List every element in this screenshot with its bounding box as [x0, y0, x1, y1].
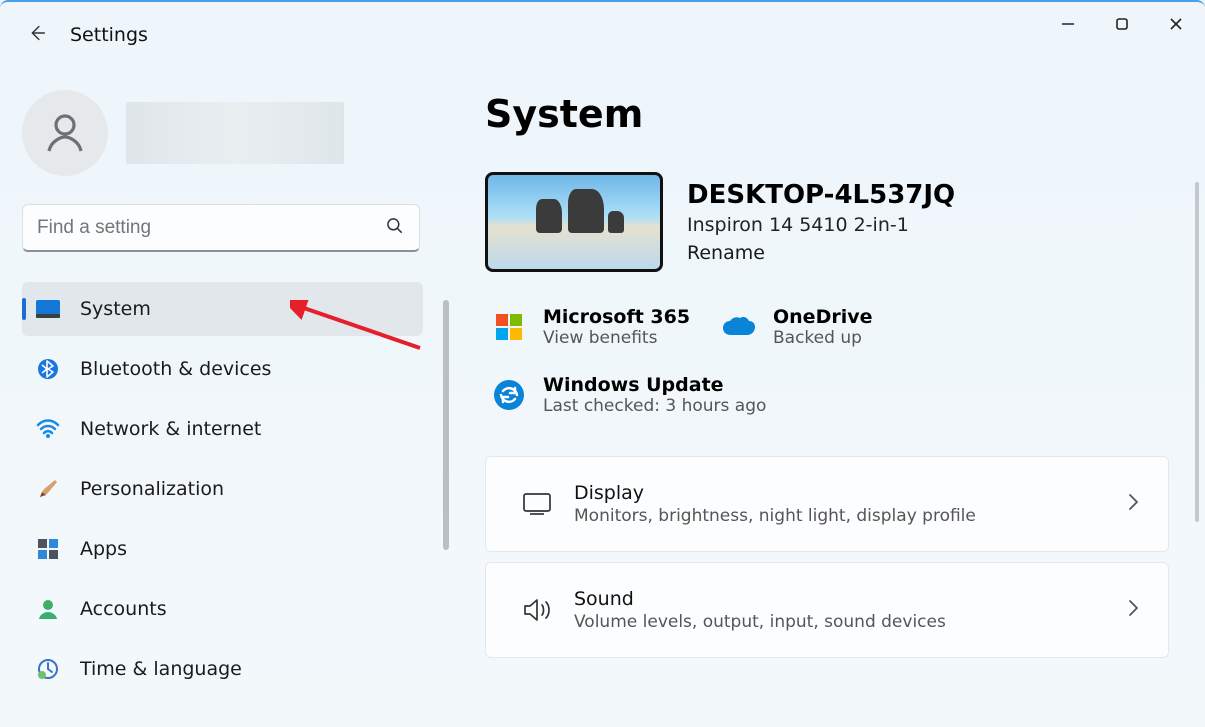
- paintbrush-icon: [36, 477, 60, 501]
- maximize-button[interactable]: [1099, 8, 1145, 40]
- onedrive-icon: [721, 309, 757, 345]
- sidebar-item-label: Accounts: [80, 598, 167, 620]
- status-subtitle: Last checked: 3 hours ago: [543, 396, 766, 416]
- main-panel: System DESKTOP-4L537JQ Inspiron 14 5410 …: [445, 82, 1205, 727]
- header: Settings: [26, 22, 148, 48]
- sidebar-item-system[interactable]: System: [22, 282, 423, 336]
- search-icon: [385, 216, 405, 240]
- card-title: Sound: [574, 588, 946, 610]
- status-title: Microsoft 365: [543, 306, 690, 328]
- wifi-icon: [36, 417, 60, 441]
- status-subtitle: View benefits: [543, 328, 690, 348]
- sidebar-item-bluetooth[interactable]: Bluetooth & devices: [22, 342, 423, 396]
- app-title: Settings: [70, 24, 148, 46]
- status-onedrive[interactable]: OneDrive Backed up: [715, 302, 935, 352]
- display-icon: [514, 492, 560, 516]
- sidebar-item-apps[interactable]: Apps: [22, 522, 423, 576]
- chevron-right-icon: [1126, 492, 1140, 516]
- main-scrollbar[interactable]: [1195, 182, 1199, 522]
- apps-icon: [36, 537, 60, 561]
- chevron-right-icon: [1126, 598, 1140, 622]
- close-button[interactable]: [1153, 8, 1199, 40]
- sound-icon: [514, 597, 560, 623]
- sidebar-item-label: Personalization: [80, 478, 224, 500]
- status-microsoft365[interactable]: Microsoft 365 View benefits: [485, 302, 705, 352]
- sidebar-item-personalization[interactable]: Personalization: [22, 462, 423, 516]
- sidebar-item-accounts[interactable]: Accounts: [22, 582, 423, 636]
- microsoft-365-icon: [491, 309, 527, 345]
- card-sound[interactable]: Sound Volume levels, output, input, soun…: [485, 562, 1169, 658]
- sidebar-item-network[interactable]: Network & internet: [22, 402, 423, 456]
- device-summary: DESKTOP-4L537JQ Inspiron 14 5410 2-in-1 …: [485, 172, 1169, 272]
- sidebar-item-label: System: [80, 298, 151, 320]
- desktop-wallpaper-thumb[interactable]: [485, 172, 663, 272]
- minimize-button[interactable]: [1045, 8, 1091, 40]
- user-name-redacted: [126, 102, 344, 164]
- sidebar-item-label: Bluetooth & devices: [80, 358, 271, 380]
- update-icon: [491, 377, 527, 413]
- search-input[interactable]: [37, 217, 385, 239]
- profile-block[interactable]: [22, 90, 423, 176]
- device-name: DESKTOP-4L537JQ: [687, 180, 955, 210]
- status-grid: Microsoft 365 View benefits OneDrive Bac…: [485, 302, 1169, 420]
- title-bar: [0, 2, 1205, 46]
- nav-list: System Bluetooth & devices Network & int…: [22, 282, 423, 702]
- card-title: Display: [574, 482, 976, 504]
- system-icon: [36, 297, 60, 321]
- status-title: Windows Update: [543, 374, 766, 396]
- bluetooth-icon: [36, 357, 60, 381]
- card-display[interactable]: Display Monitors, brightness, night ligh…: [485, 456, 1169, 552]
- accounts-icon: [36, 597, 60, 621]
- status-windows-update[interactable]: Windows Update Last checked: 3 hours ago: [485, 370, 1169, 420]
- sidebar-item-label: Apps: [80, 538, 127, 560]
- back-button[interactable]: [26, 22, 48, 48]
- rename-link[interactable]: Rename: [687, 242, 955, 264]
- page-title: System: [485, 92, 1169, 136]
- status-subtitle: Backed up: [773, 328, 873, 348]
- settings-cards: Display Monitors, brightness, night ligh…: [485, 456, 1169, 658]
- card-subtitle: Monitors, brightness, night light, displ…: [574, 506, 976, 526]
- clock-globe-icon: [36, 657, 60, 681]
- search-box[interactable]: [22, 204, 420, 252]
- sidebar-item-label: Network & internet: [80, 418, 261, 440]
- status-title: OneDrive: [773, 306, 873, 328]
- device-model: Inspiron 14 5410 2-in-1: [687, 214, 955, 236]
- sidebar: System Bluetooth & devices Network & int…: [0, 82, 445, 727]
- avatar: [22, 90, 108, 176]
- sidebar-item-time-language[interactable]: Time & language: [22, 642, 423, 696]
- card-subtitle: Volume levels, output, input, sound devi…: [574, 612, 946, 632]
- sidebar-item-label: Time & language: [80, 658, 242, 680]
